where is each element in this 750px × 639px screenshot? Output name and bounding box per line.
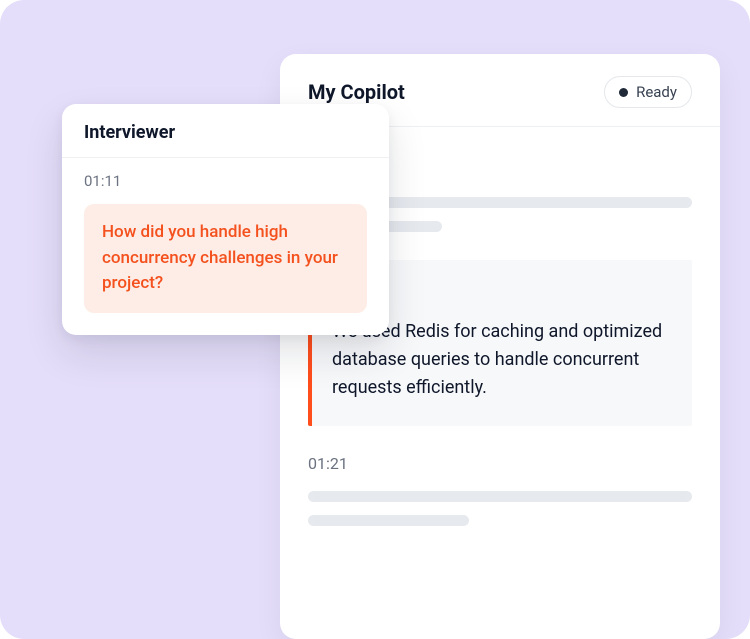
skeleton-line xyxy=(308,515,469,526)
status-dot-icon xyxy=(619,88,628,97)
skeleton-line xyxy=(308,491,692,502)
status-label: Ready xyxy=(636,83,677,101)
copilot-timestamp: 01:21 xyxy=(308,454,692,473)
demo-canvas: My Copilot Ready We used Redis for cachi… xyxy=(0,0,750,639)
interviewer-body: 01:11 How did you handle high concurrenc… xyxy=(62,158,389,335)
skeleton-group-lower xyxy=(308,491,692,526)
interviewer-timestamp: 01:11 xyxy=(84,172,367,190)
interviewer-title: Interviewer xyxy=(84,122,367,143)
interviewer-panel: Interviewer 01:11 How did you handle hig… xyxy=(62,104,389,335)
question-text: How did you handle high concurrency chal… xyxy=(102,220,349,297)
copilot-title: My Copilot xyxy=(308,80,405,104)
interviewer-header: Interviewer xyxy=(62,104,389,158)
status-badge: Ready xyxy=(604,76,692,108)
question-bubble: How did you handle high concurrency chal… xyxy=(84,204,367,313)
